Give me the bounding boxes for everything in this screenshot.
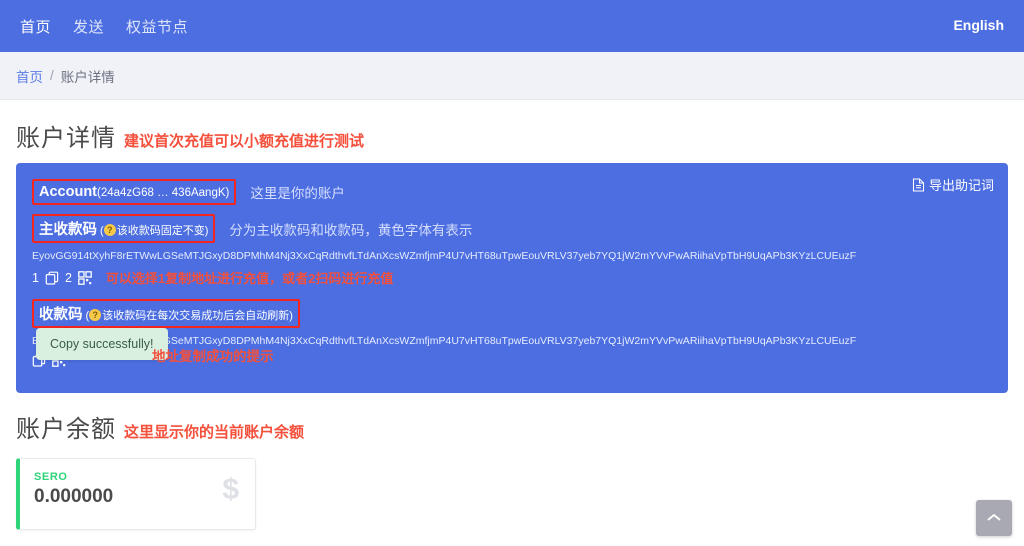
- balance-title-row: 账户余额 这里显示你的当前账户余额: [0, 393, 1024, 452]
- account-note: 这里是你的账户: [250, 186, 345, 201]
- action-number-1: 1: [32, 270, 39, 285]
- toast-annotation: 地址复制成功的提示: [152, 349, 274, 364]
- recv-code-row: 收款码 (? 该收款码在每次交易成功后会自动刷新): [32, 299, 992, 329]
- balance-annotation: 这里显示你的当前账户余额: [124, 424, 305, 442]
- balance-amount: 0.000000: [34, 486, 114, 508]
- breadcrumb-current: 账户详情: [60, 69, 115, 85]
- main-code-highlight-box: 主收款码 (? 该收款码固定不变): [32, 214, 216, 243]
- file-export-icon: [912, 177, 925, 192]
- app-root: 首页 发送 权益节点 English 首页 / 账户详情 账户详情 建议首次充值…: [0, 0, 1024, 546]
- nav-links: 首页 发送 权益节点: [20, 16, 188, 37]
- qrcode-icon[interactable]: [78, 270, 92, 285]
- main-code-hint: 该收款码固定不变: [116, 225, 205, 237]
- recv-code-label-group: 收款码 (? 该收款码在每次交易成功后会自动刷新): [39, 307, 293, 324]
- recv-code-hint: 该收款码在每次交易成功后会自动刷新: [102, 310, 290, 323]
- account-row: Account(24a4zG68 … 436AangK) 这里是你的账户: [32, 179, 992, 205]
- nav-item-send[interactable]: 发送: [73, 16, 104, 37]
- navbar-right: English: [953, 17, 1004, 35]
- main-code-note: 分为主收款码和收款码，黄色字体有表示: [229, 222, 473, 238]
- back-to-top-button[interactable]: [976, 500, 1012, 536]
- chevron-up-icon: [987, 509, 1001, 527]
- balance-title: 账户余额: [16, 416, 116, 444]
- help-icon[interactable]: ?: [103, 224, 116, 237]
- recv-code-highlight-box: 收款码 (? 该收款码在每次交易成功后会自动刷新): [32, 299, 300, 329]
- language-switch[interactable]: English: [953, 17, 1004, 33]
- account-label-group: Account(24a4zG68 … 436AangK): [39, 184, 229, 200]
- action-number-2: 2: [64, 270, 72, 285]
- main-code-label-group: 主收款码 (? 该收款码固定不变): [39, 222, 209, 238]
- nav-item-home[interactable]: 首页: [20, 16, 51, 37]
- copy-icon[interactable]: [45, 271, 59, 285]
- page-title-row: 账户详情 建议首次充值可以小额充值进行测试: [0, 100, 1024, 163]
- page-title-annotation: 建议首次充值可以小额充值进行测试: [124, 133, 365, 150]
- top-navbar: 首页 发送 权益节点 English: [0, 0, 1024, 52]
- export-mnemonic-button[interactable]: 导出助记词: [912, 175, 994, 194]
- main-code-row: 主收款码 (? 该收款码固定不变) 分为主收款码和收款码，黄色字体有表示: [32, 214, 992, 243]
- breadcrumb: 首页 / 账户详情: [0, 52, 1024, 100]
- balance-symbol: SERO: [34, 471, 68, 484]
- export-mnemonic-label: 导出助记词: [928, 178, 994, 193]
- main-code-label: 主收款码: [39, 222, 97, 238]
- dollar-icon: $: [222, 473, 239, 507]
- breadcrumb-home[interactable]: 首页: [16, 66, 43, 86]
- recv-code-label: 收款码: [39, 307, 83, 324]
- breadcrumb-separator: /: [50, 68, 54, 83]
- main-actions-annotation: 可以选择1复制地址进行充值，或者2扫码进行充值: [105, 271, 394, 287]
- balance-card-sero: SERO 0.000000 $: [16, 458, 256, 531]
- nav-item-stake-node[interactable]: 权益节点: [126, 16, 188, 37]
- help-icon-2[interactable]: ?: [89, 309, 102, 322]
- account-id: (24a4zG68 … 436AangK): [97, 187, 230, 199]
- account-highlight-box: Account(24a4zG68 … 436AangK): [32, 179, 237, 205]
- page-title: 账户详情: [16, 125, 116, 152]
- account-label: Account: [39, 184, 97, 200]
- copy-success-toast: Copy successfully!: [36, 328, 168, 360]
- main-actions-row: 1 2 可以选择1复制地址进行充值，或者2扫码进行充值: [32, 268, 992, 287]
- main-address-text: EyovGG914tXyhF8rETWwLGSeMTJGxyD8DPMhM4Nj…: [32, 250, 857, 262]
